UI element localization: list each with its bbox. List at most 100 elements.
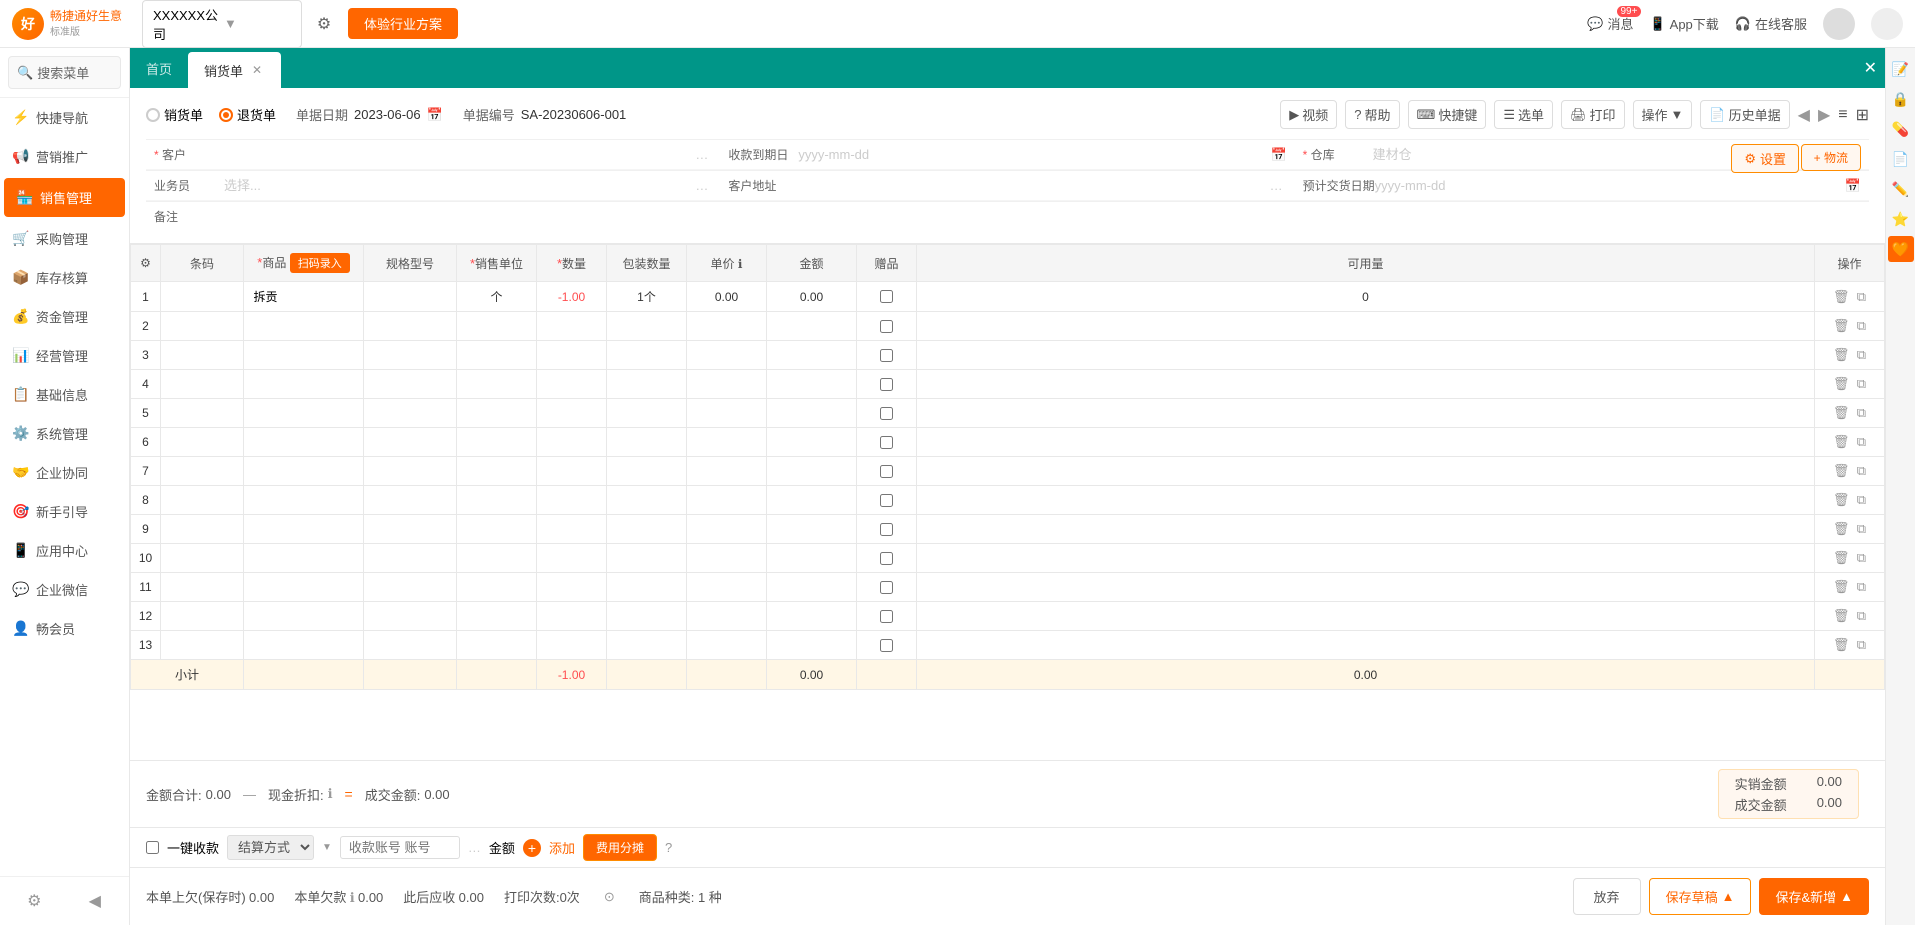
row-delete-icon[interactable]: 🗑 [1833,521,1850,536]
row-unit[interactable] [457,399,537,428]
row-unit-price[interactable]: 0.00 [687,282,767,312]
row-copy-icon[interactable]: ⧉ [1857,405,1866,420]
row-qty[interactable] [537,515,607,544]
row-delete-icon[interactable]: 🗑 [1833,637,1850,652]
row-unit[interactable] [457,486,537,515]
row-product[interactable] [244,341,364,370]
row-barcode[interactable] [161,399,244,428]
nav-next-icon[interactable]: ▶ [1818,105,1830,125]
row-spec[interactable] [364,486,457,515]
row-product[interactable] [244,312,364,341]
save-draft-button[interactable]: 保存草稿 ▲ [1649,878,1752,915]
row-copy-icon[interactable]: ⧉ [1857,492,1866,507]
row-gift[interactable] [857,341,917,370]
user-avatar[interactable] [1823,8,1855,40]
row-barcode[interactable] [161,631,244,660]
right-tool-star[interactable]: ⭐ [1888,206,1914,232]
expense-info-icon[interactable]: ? [665,840,672,855]
row-gift[interactable] [857,399,917,428]
row-unit[interactable] [457,428,537,457]
col-settings[interactable]: ⚙ [131,245,161,282]
row-spec[interactable] [364,544,457,573]
row-delete-icon[interactable]: 🗑 [1833,405,1850,420]
row-unit[interactable] [457,457,537,486]
row-unit[interactable] [457,370,537,399]
row-product[interactable] [244,282,364,312]
row-product[interactable] [244,457,364,486]
notes-input[interactable] [224,209,1861,224]
company-selector[interactable]: XXXXXX公司 ▼ [142,0,302,48]
customer-input[interactable] [224,147,691,162]
row-spec[interactable] [364,370,457,399]
row-gift[interactable] [857,282,917,312]
row-gift[interactable] [857,631,917,660]
sidebar-item-guide[interactable]: 🎯 新手引导 [0,492,129,531]
row-product[interactable] [244,573,364,602]
due-date-input[interactable] [798,147,1270,162]
sidebar-collapse-button[interactable]: ◀ [69,885,122,917]
row-unit[interactable] [457,631,537,660]
row-unit-price[interactable] [687,515,767,544]
row-barcode[interactable] [161,341,244,370]
row-qty[interactable] [537,486,607,515]
right-tool-edit[interactable]: ✏️ [1888,176,1914,202]
row-unit[interactable] [457,573,537,602]
row-gift[interactable] [857,544,917,573]
row-unit-price[interactable] [687,457,767,486]
row-spec[interactable] [364,428,457,457]
right-tool-pill[interactable]: 💊 [1888,116,1914,142]
row-unit-price[interactable] [687,399,767,428]
tab-home[interactable]: 首页 [130,48,188,88]
close-window-icon[interactable]: ✕ [1864,58,1877,78]
row-qty[interactable]: -1.00 [537,282,607,312]
more-accounts-icon[interactable]: … [468,840,481,855]
operate-button[interactable]: 操作 ▼ [1633,100,1693,129]
scan-button[interactable]: 扫码录入 [290,253,350,273]
row-spec[interactable] [364,341,457,370]
online-support-button[interactable]: 🎧 在线客服 [1735,14,1807,33]
experience-button[interactable]: 体验行业方案 [348,8,458,39]
row-unit-price[interactable] [687,370,767,399]
radio-return-order[interactable]: 退货单 [219,105,276,124]
row-qty[interactable] [537,399,607,428]
row-gift[interactable] [857,428,917,457]
customer-more-icon[interactable]: … [691,147,712,162]
one-click-payment-checkbox[interactable] [146,841,159,854]
row-gift[interactable] [857,573,917,602]
address-more-icon[interactable]: … [1266,178,1287,193]
row-product[interactable] [244,602,364,631]
row-qty[interactable] [537,631,607,660]
row-copy-icon[interactable]: ⧉ [1857,434,1866,449]
help-button[interactable]: ? 帮助 [1345,100,1399,129]
row-unit-price[interactable] [687,428,767,457]
row-barcode[interactable] [161,312,244,341]
row-delete-icon[interactable]: 🗑 [1833,579,1850,594]
user-avatar-2[interactable] [1871,8,1903,40]
row-copy-icon[interactable]: ⧉ [1857,318,1866,333]
payment-account-input[interactable] [340,836,460,859]
sidebar-item-wechat[interactable]: 💬 企业微信 [0,570,129,609]
row-barcode[interactable] [161,370,244,399]
row-barcode[interactable] [161,457,244,486]
select-order-button[interactable]: ☰ 选单 [1494,100,1553,129]
tab-close-icon[interactable]: ✕ [249,62,265,78]
row-unit-price[interactable] [687,486,767,515]
history-button[interactable]: 📄 历史单据 [1700,100,1789,129]
row-spec[interactable] [364,573,457,602]
row-delete-icon[interactable]: 🗑 [1833,318,1850,333]
right-tool-alert[interactable]: 🧡 [1888,236,1914,262]
row-qty[interactable] [537,312,607,341]
row-spec[interactable] [364,312,457,341]
row-gift[interactable] [857,370,917,399]
row-qty[interactable] [537,428,607,457]
expense-split-button[interactable]: 费用分摊 [583,834,657,861]
row-barcode[interactable] [161,573,244,602]
row-barcode[interactable] [161,282,244,312]
expected-date-calendar-icon[interactable]: 📅 [1845,178,1861,194]
row-product[interactable] [244,515,364,544]
row-delete-icon[interactable]: 🗑 [1833,376,1850,391]
row-barcode[interactable] [161,544,244,573]
sidebar-item-quick-nav[interactable]: ⚡ 快捷导航 [0,98,129,137]
row-delete-icon[interactable]: 🗑 [1833,434,1850,449]
row-delete-icon[interactable]: 🗑 [1833,492,1850,507]
